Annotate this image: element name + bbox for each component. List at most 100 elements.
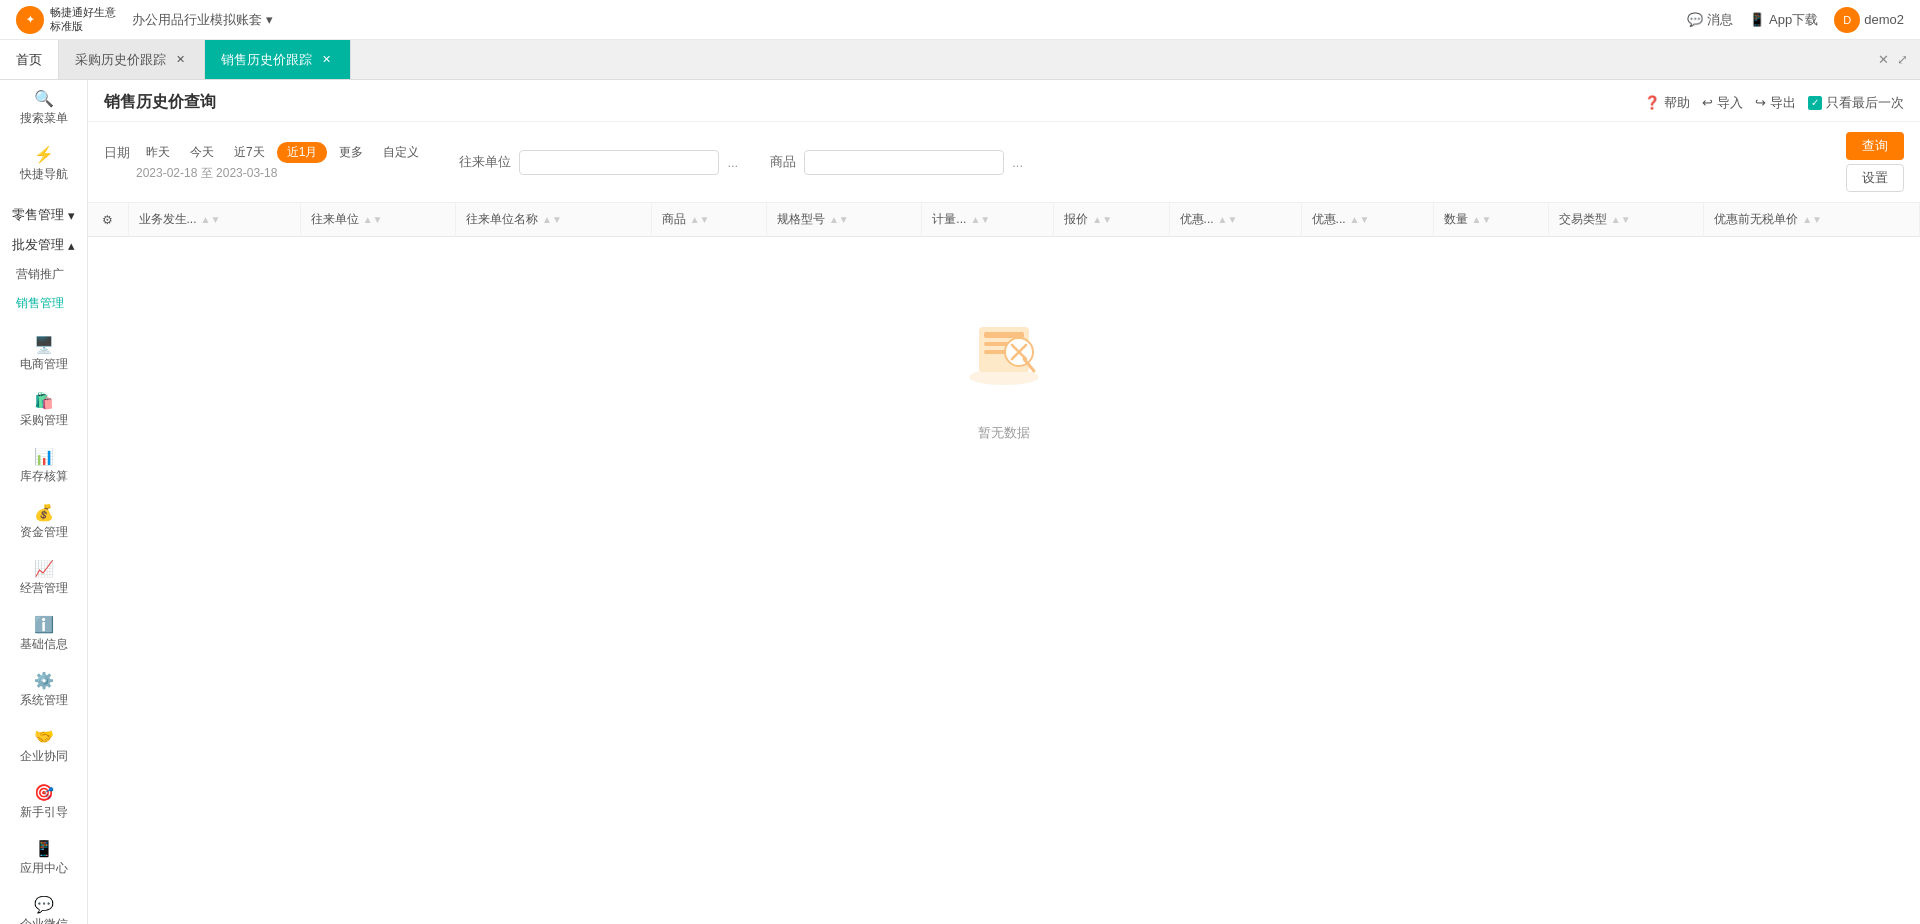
date-range-text: 2023-02-18 至 2023-03-18	[136, 165, 427, 182]
gear-icon[interactable]: ⚙	[102, 213, 113, 227]
app-center-icon: 📱	[34, 839, 54, 858]
sidebar-item-basic-info[interactable]: ℹ️ 基础信息	[4, 607, 83, 661]
product-label: 商品	[770, 153, 796, 171]
empty-svg	[954, 297, 1054, 397]
shortcut-icon: ⚡	[34, 145, 54, 164]
sidebar-item-wechat[interactable]: 💬 企业微信	[4, 887, 83, 924]
message-button[interactable]: 💬 消息	[1687, 11, 1733, 29]
tab-sales-history-close[interactable]: ✕	[318, 52, 334, 68]
date-btn-7days[interactable]: 近7天	[226, 142, 273, 163]
purchase-icon: 🛍️	[34, 391, 54, 410]
app-download-button[interactable]: 📱 App下载	[1749, 11, 1818, 29]
table-header-row: ⚙ 业务发生... ▲▼ 往来单位	[88, 203, 1920, 237]
sidebar-item-marketing[interactable]: 营销推广	[0, 260, 87, 289]
sidebar-item-operations[interactable]: 📈 经营管理	[4, 551, 83, 605]
partner-input[interactable]	[519, 150, 719, 175]
tab-purchase-history-close[interactable]: ✕	[172, 52, 188, 68]
sort-icon: ▲▼	[1611, 216, 1631, 224]
partner-dots: ...	[727, 155, 738, 170]
sidebar-item-retail[interactable]: 零售管理 ▾	[0, 200, 87, 230]
sidebar-item-sales-mgmt[interactable]: 销售管理	[0, 289, 87, 318]
basic-info-icon: ℹ️	[34, 615, 54, 634]
tab-bar: 首页 采购历史价跟踪 ✕ 销售历史价跟踪 ✕ ✕ ⤢	[0, 40, 1920, 80]
th-biz-date[interactable]: 业务发生... ▲▼	[128, 203, 300, 237]
sidebar-item-search[interactable]: 🔍 搜索菜单	[4, 81, 83, 135]
th-pre-tax-price[interactable]: 优惠前无税单价 ▲▼	[1704, 203, 1920, 237]
wechat-icon: 💬	[34, 895, 54, 914]
date-btn-custom[interactable]: 自定义	[375, 142, 427, 163]
sidebar-item-app-center[interactable]: 📱 应用中心	[4, 831, 83, 885]
date-btn-1month[interactable]: 近1月	[277, 142, 328, 163]
tab-purchase-history[interactable]: 采购历史价跟踪 ✕	[59, 40, 205, 79]
th-trade-type[interactable]: 交易类型 ▲▼	[1548, 203, 1703, 237]
th-partner-code[interactable]: 往来单位 ▲▼	[300, 203, 455, 237]
newbie-icon: 🎯	[34, 783, 54, 802]
sort-icon: ▲▼	[1350, 216, 1370, 224]
date-btn-today[interactable]: 今天	[182, 142, 222, 163]
system-icon: ⚙️	[34, 671, 54, 690]
logo-area: ✦ 畅捷通好生意 标准版	[16, 6, 116, 34]
sort-icon: ▲▼	[363, 216, 383, 224]
chevron-up-icon: ▴	[68, 238, 75, 253]
inventory-icon: 📊	[34, 447, 54, 466]
th-product[interactable]: 商品 ▲▼	[651, 203, 766, 237]
tab-purchase-history-label: 采购历史价跟踪	[75, 51, 166, 69]
empty-illustration	[954, 297, 1054, 416]
tab-sales-history-label: 销售历史价跟踪	[221, 51, 312, 69]
table-header: ⚙ 业务发生... ▲▼ 往来单位	[88, 203, 1920, 237]
user-menu[interactable]: D demo2	[1834, 7, 1904, 33]
th-unit[interactable]: 计量... ▲▼	[922, 203, 1054, 237]
th-partner-name[interactable]: 往来单位名称 ▲▼	[456, 203, 652, 237]
th-price[interactable]: 报价 ▲▼	[1054, 203, 1169, 237]
sidebar-item-ecommerce[interactable]: 🖥️ 电商管理	[4, 327, 83, 381]
page-header: 销售历史价查询 ❓ 帮助 ↩ 导入 ↪ 导出 ✓ 只看最后一次	[88, 80, 1920, 122]
enterprise-icon: 🤝	[34, 727, 54, 746]
sidebar: 🔍 搜索菜单 ⚡ 快捷导航 零售管理 ▾ 批发管理 ▴ 营销推广 销售管理 🖥️…	[0, 80, 88, 924]
logo-text: 畅捷通好生意 标准版	[50, 6, 116, 32]
search-icon: 🔍	[34, 89, 54, 108]
ecommerce-icon: 🖥️	[34, 335, 54, 354]
sort-icon: ▲▼	[201, 216, 221, 224]
tab-bar-actions: ✕ ⤢	[1866, 40, 1920, 79]
date-btn-more[interactable]: 更多	[331, 142, 371, 163]
sidebar-item-purchase[interactable]: 🛍️ 采购管理	[4, 383, 83, 437]
sidebar-item-wholesale[interactable]: 批发管理 ▴	[0, 230, 87, 260]
help-icon: ❓	[1644, 95, 1660, 110]
avatar: D	[1834, 7, 1860, 33]
th-discount2[interactable]: 优惠... ▲▼	[1301, 203, 1433, 237]
only-last-checkbox[interactable]: ✓ 只看最后一次	[1808, 94, 1904, 112]
partner-label: 往来单位	[459, 153, 511, 171]
chevron-down-icon: ▾	[266, 12, 273, 27]
tab-sales-history[interactable]: 销售历史价跟踪 ✕	[205, 40, 351, 79]
date-btn-yesterday[interactable]: 昨天	[138, 142, 178, 163]
tab-home[interactable]: 首页	[0, 40, 59, 79]
operations-icon: 📈	[34, 559, 54, 578]
sidebar-item-system[interactable]: ⚙️ 系统管理	[4, 663, 83, 717]
sidebar-item-finance[interactable]: 💰 资金管理	[4, 495, 83, 549]
import-button[interactable]: ↩ 导入	[1702, 94, 1743, 112]
message-icon: 💬	[1687, 12, 1703, 27]
sort-icon: ▲▼	[1092, 216, 1112, 224]
close-tab-icon[interactable]: ✕	[1878, 52, 1889, 67]
th-discount1[interactable]: 优惠... ▲▼	[1169, 203, 1301, 237]
th-spec[interactable]: 规格型号 ▲▼	[766, 203, 921, 237]
export-button[interactable]: ↪ 导出	[1755, 94, 1796, 112]
fullscreen-icon[interactable]: ⤢	[1897, 52, 1908, 67]
sidebar-item-shortcut[interactable]: ⚡ 快捷导航	[4, 137, 83, 191]
download-icon: 📱	[1749, 12, 1765, 27]
settings-button[interactable]: 设置	[1846, 164, 1904, 192]
top-bar-left: ✦ 畅捷通好生意 标准版 办公用品行业模拟账套 ▾	[16, 6, 273, 34]
th-quantity[interactable]: 数量 ▲▼	[1433, 203, 1548, 237]
account-dropdown[interactable]: 办公用品行业模拟账套 ▾	[132, 11, 273, 29]
help-button[interactable]: ❓ 帮助	[1644, 94, 1690, 112]
sidebar-item-enterprise[interactable]: 🤝 企业协同	[4, 719, 83, 773]
sidebar-item-newbie[interactable]: 🎯 新手引导	[4, 775, 83, 829]
th-gear: ⚙	[88, 203, 128, 237]
sidebar-item-inventory[interactable]: 📊 库存核算	[4, 439, 83, 493]
top-bar-right: 💬 消息 📱 App下载 D demo2	[1687, 7, 1904, 33]
product-input[interactable]	[804, 150, 1004, 175]
date-filter: 日期 昨天 今天 近7天 近1月 更多 自定义 2023-02-18 至 202…	[104, 142, 427, 182]
sort-icon: ▲▼	[1472, 216, 1492, 224]
query-button[interactable]: 查询	[1846, 132, 1904, 160]
content-area: 销售历史价查询 ❓ 帮助 ↩ 导入 ↪ 导出 ✓ 只看最后一次	[88, 80, 1920, 924]
